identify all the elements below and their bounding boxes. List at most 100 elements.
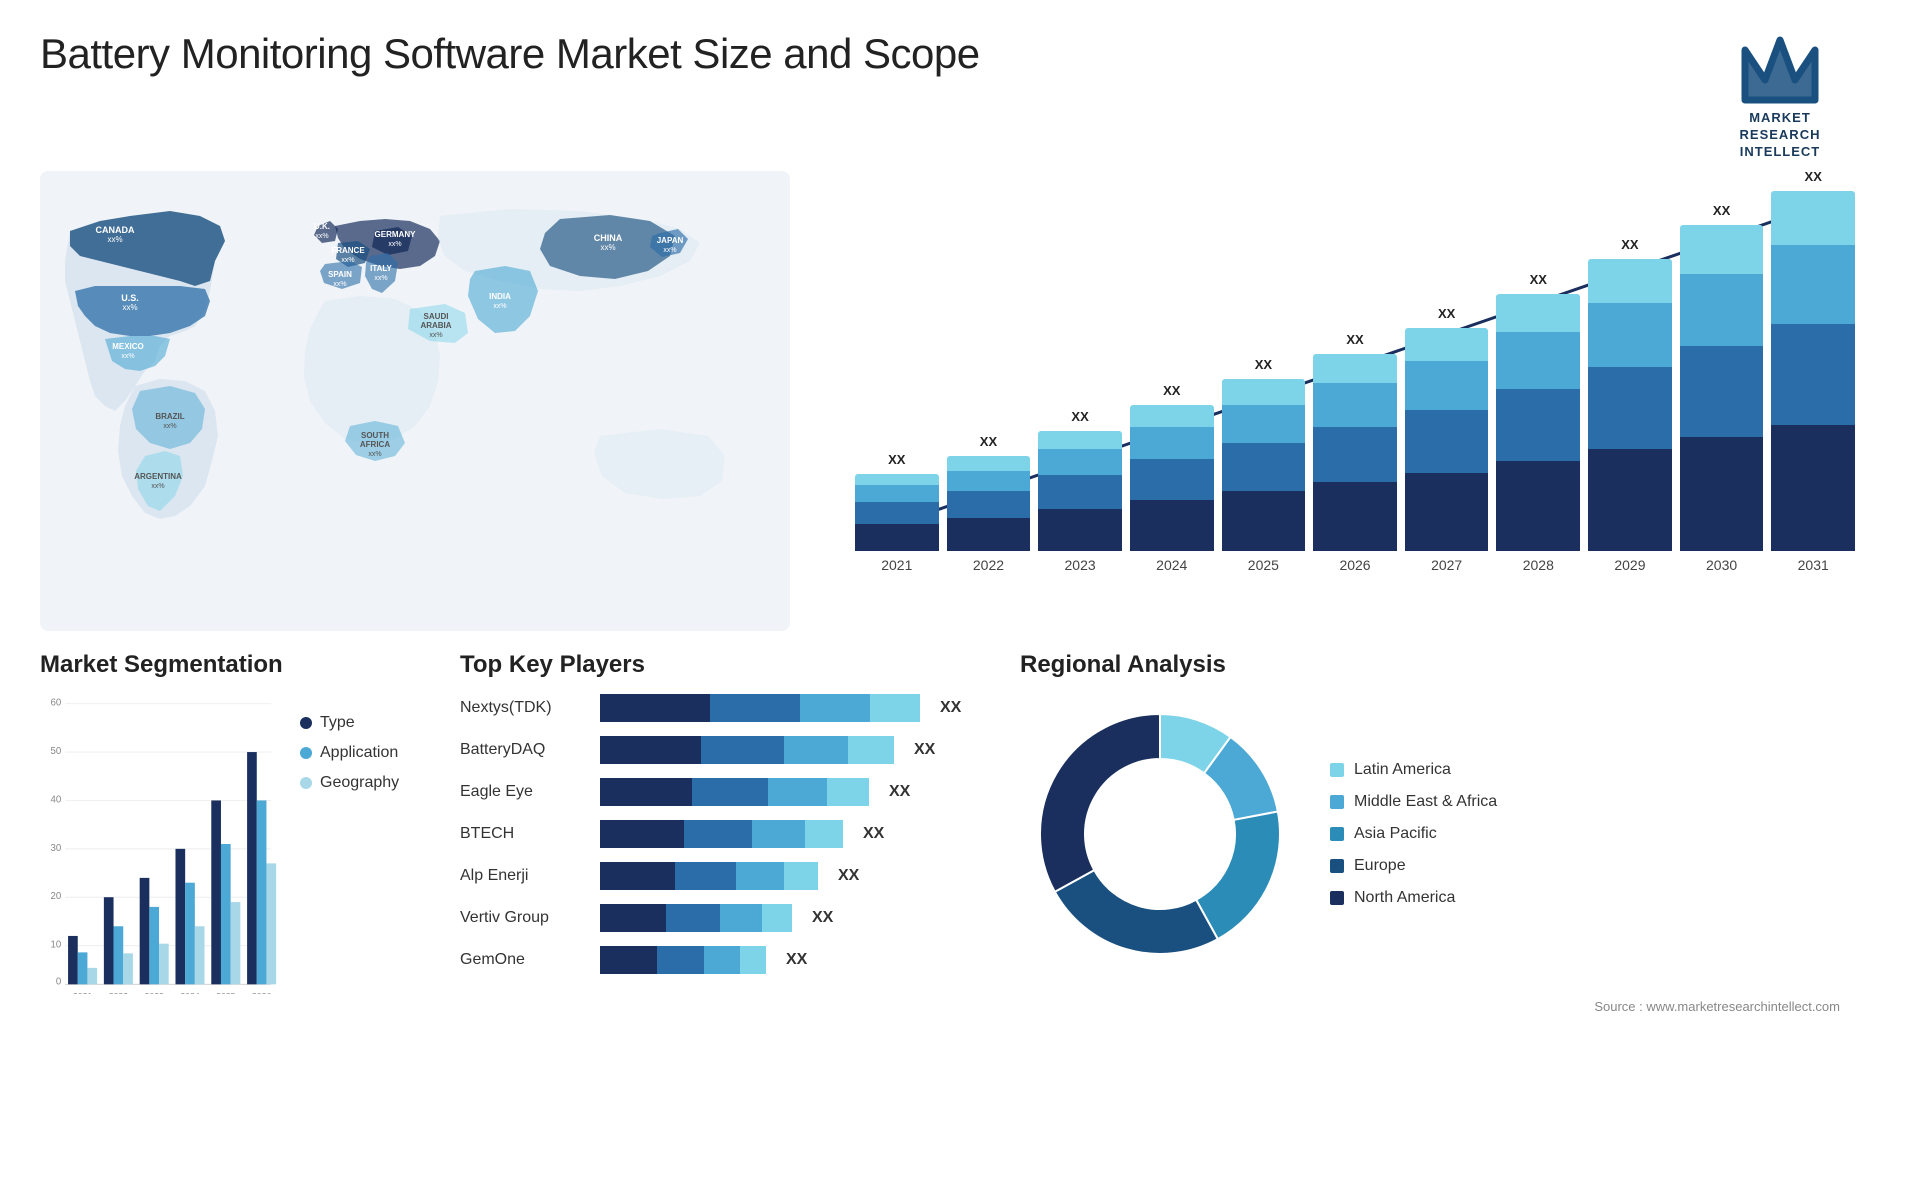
bar-seg-0 (1313, 482, 1397, 551)
player-value: XX (889, 783, 910, 801)
svg-text:2024: 2024 (180, 991, 199, 994)
svg-text:2021: 2021 (73, 991, 92, 994)
svg-text:10: 10 (51, 939, 62, 950)
bar-col-2022: XX (947, 191, 1031, 551)
svg-text:2023: 2023 (145, 991, 164, 994)
x-label-2021: 2021 (855, 557, 939, 573)
bar-seg-1 (1313, 427, 1397, 482)
player-row: Alp EnerjiXX (460, 862, 980, 890)
player-bar-seg (600, 736, 701, 764)
player-row: Eagle Eye XX (460, 778, 980, 806)
x-label-2028: 2028 (1496, 557, 1580, 573)
bar-stack-2025 (1222, 379, 1306, 550)
source-text: Source : www.marketresearchintellect.com (1020, 994, 1880, 1014)
player-name: Alp Enerji (460, 867, 590, 885)
svg-text:30: 30 (51, 842, 62, 853)
bar-seg-3 (1588, 259, 1672, 303)
x-label-2026: 2026 (1313, 557, 1397, 573)
svg-text:SPAIN: SPAIN (328, 270, 352, 279)
player-bar-seg (657, 946, 704, 974)
svg-text:SAUDI: SAUDI (424, 312, 449, 321)
bar-seg-0 (1038, 509, 1122, 551)
bar-seg-3 (1405, 328, 1489, 361)
player-bar-seg (692, 778, 768, 806)
bar-col-2025: XX (1222, 191, 1306, 551)
donut-segment (1040, 714, 1160, 892)
regional-legend-item: Latin America (1330, 761, 1497, 779)
bar-value-2030: XX (1713, 203, 1730, 218)
x-axis: 2021202220232024202520262027202820292030… (850, 557, 1860, 573)
bar-seg-2 (1405, 361, 1489, 410)
player-bar-seg (600, 820, 684, 848)
regional-label: North America (1354, 889, 1455, 907)
legend-label-application: Application (320, 744, 398, 762)
bar-col-2029: XX (1588, 191, 1672, 551)
player-bar-seg (736, 862, 784, 890)
regional-legend-item: North America (1330, 889, 1497, 907)
legend-dot-application (300, 747, 312, 759)
svg-text:40: 40 (51, 794, 62, 805)
bar-seg-0 (1130, 500, 1214, 551)
legend-dot-type (300, 717, 312, 729)
player-bar-wrap (600, 820, 843, 848)
bar-seg-3 (1771, 191, 1855, 245)
svg-text:GERMANY: GERMANY (375, 230, 417, 239)
bar-stack-2030 (1680, 225, 1764, 551)
regional-dot (1330, 859, 1344, 873)
bar-stack-2022 (947, 456, 1031, 550)
regional-title: Regional Analysis (1020, 651, 1880, 679)
world-map: CANADA xx% U.S. xx% MEXICO xx% BRAZIL xx… (40, 171, 790, 631)
logo-text: MARKETRESEARCHINTELLECT (1740, 110, 1821, 161)
player-bar-seg (701, 736, 784, 764)
player-row: Vertiv GroupXX (460, 904, 980, 932)
bar-stack-2029 (1588, 259, 1672, 550)
bar-col-2030: XX (1680, 191, 1764, 551)
donut-area: Latin America Middle East & Africa Asia Pa… (1020, 694, 1880, 974)
svg-text:xx%: xx% (663, 247, 676, 254)
page-title: Battery Monitoring Software Market Size … (40, 30, 980, 78)
player-name: GemOne (460, 951, 590, 969)
player-name: Eagle Eye (460, 783, 590, 801)
regional-dot (1330, 827, 1344, 841)
player-value: XX (863, 825, 884, 843)
bar-seg-1 (855, 502, 939, 524)
regional-legend-item: Asia Pacific (1330, 825, 1497, 843)
bar-seg-0 (1222, 491, 1306, 551)
player-value: XX (812, 909, 833, 927)
svg-text:xx%: xx% (107, 235, 122, 244)
bar-seg-0 (1496, 461, 1580, 551)
player-name: Nextys(TDK) (460, 699, 590, 717)
segmentation-legend: Type Application Geography (300, 714, 399, 792)
svg-text:xx%: xx% (315, 233, 328, 240)
bar-seg-1 (1405, 410, 1489, 472)
svg-text:xx%: xx% (368, 451, 381, 458)
bar-seg-1 (1038, 475, 1122, 509)
legend-item-type: Type (300, 714, 399, 732)
bar-stack-2023 (1038, 431, 1122, 551)
legend-label-geography: Geography (320, 774, 399, 792)
bar-value-2024: XX (1163, 383, 1180, 398)
bar-seg-0 (1588, 449, 1672, 551)
seg-chart-area: 60 50 40 30 20 10 0 (40, 694, 420, 994)
players-container: Top Key Players Nextys(TDK)XXBatteryDAQX… (460, 651, 980, 1181)
segmentation-container: Market Segmentation 60 50 40 30 20 10 0 (40, 651, 420, 1181)
players-list: Nextys(TDK)XXBatteryDAQXXEagle EyeXXBTEC… (460, 694, 980, 974)
svg-text:xx%: xx% (333, 281, 346, 288)
svg-text:xx%: xx% (122, 303, 137, 312)
bar-stack-2024 (1130, 405, 1214, 551)
x-label-2023: 2023 (1038, 557, 1122, 573)
player-value: XX (940, 699, 961, 717)
player-bar-seg (870, 694, 920, 722)
logo-icon (1740, 30, 1820, 110)
svg-text:BRAZIL: BRAZIL (155, 412, 184, 421)
bar-seg-0 (1680, 437, 1764, 551)
player-bar-seg (740, 946, 766, 974)
player-bar-seg (827, 778, 869, 806)
bar-value-2021: XX (888, 452, 905, 467)
player-bar-seg (600, 778, 692, 806)
regional-label: Europe (1354, 857, 1406, 875)
bar-value-2023: XX (1071, 409, 1088, 424)
regional-legend-item: Middle East & Africa (1330, 793, 1497, 811)
player-bar-seg (704, 946, 740, 974)
legend-dot-geography (300, 777, 312, 789)
